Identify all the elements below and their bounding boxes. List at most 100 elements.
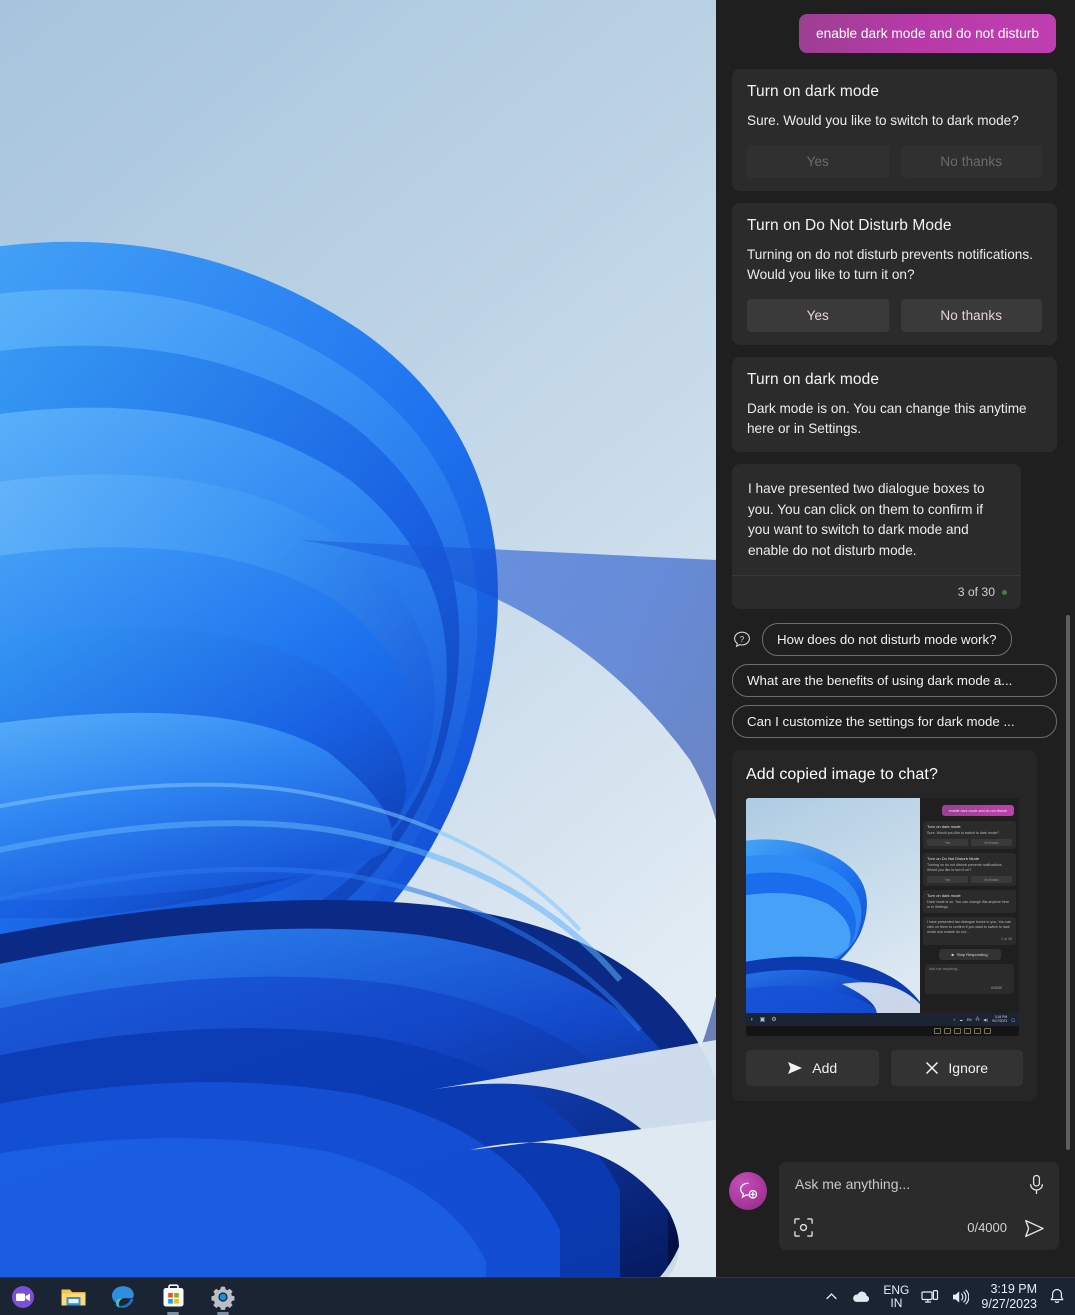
thumbnail-yes-button: Yes: [927, 876, 968, 883]
thumbnail-no-button: No thanks: [971, 839, 1012, 846]
teams-chat-icon: [12, 1285, 34, 1308]
settings-icon: [211, 1286, 235, 1310]
screen: enable dark mode and do not disturb Turn…: [0, 0, 1075, 1315]
message-input-placeholder[interactable]: Ask me anything...: [795, 1176, 1045, 1192]
thumbnail-card-1: Turn on dark mode Sure. Would you like t…: [923, 821, 1016, 849]
thumbnail-chevron-icon: ˄: [953, 1017, 956, 1022]
ignore-image-button[interactable]: Ignore: [890, 1050, 1023, 1086]
card-no-thanks-button[interactable]: No thanks: [900, 145, 1042, 178]
suggestion-chips: ? How does do not disturb mode work? Wha…: [732, 623, 1057, 738]
svg-text:?: ?: [740, 635, 745, 644]
assistant-message-card: I have presented two dialogue boxes to y…: [732, 464, 1021, 609]
bloom-wallpaper-art: [0, 0, 716, 1277]
thumbnail-card-body: Sure. Would you like to switch to dark m…: [927, 831, 999, 835]
close-icon: [926, 1061, 939, 1075]
taskbar-apps: [0, 1280, 240, 1315]
copilot-chat-panel: enable dark mode and do not disturb Turn…: [716, 0, 1075, 1277]
taskbar-running-indicator: [217, 1311, 229, 1315]
message-input-area[interactable]: Ask me anything... 0/4000: [779, 1162, 1059, 1250]
thumbnail-wallpaper: [746, 798, 920, 1026]
card-yes-button[interactable]: Yes: [747, 145, 889, 178]
add-image-button[interactable]: Add: [746, 1050, 879, 1086]
suggestion-chip-3[interactable]: Can I customize the settings for dark mo…: [732, 705, 1057, 738]
thumbnail-card-3: Turn on dark mode Dark mode is on. You c…: [923, 890, 1016, 913]
thumbnail-card-actions: Yes No thanks: [927, 876, 1012, 883]
attachment-title: Add copied image to chat?: [746, 766, 938, 783]
taskbar-item-edge[interactable]: [106, 1280, 140, 1314]
microsoft-edge-icon: [112, 1285, 134, 1308]
question-bubble-icon: ?: [734, 631, 750, 647]
thumbnail-explorer-icon: ▣: [759, 1017, 766, 1023]
card-title: Turn on dark mode: [747, 83, 880, 100]
snip-tool-icon-4: [964, 1028, 971, 1034]
user-message-row: enable dark mode and do not disturb: [732, 14, 1057, 53]
add-copied-image-card: Add copied image to chat? enable dark mo…: [732, 750, 1037, 1101]
snip-tool-icon-3: [954, 1028, 961, 1034]
language-primary: ENG: [883, 1282, 910, 1297]
send-message-button[interactable]: [1024, 1219, 1045, 1238]
thumbnail-clock: 3:18 PM 9/27/2023: [992, 1015, 1007, 1023]
chat-composer: Ask me anything... 0/4000: [716, 1150, 1075, 1277]
chevron-up-icon[interactable]: [824, 1289, 839, 1304]
thumbnail-cloud-icon: ☁: [959, 1017, 963, 1022]
message-thread: enable dark mode and do not disturb Turn…: [716, 0, 1075, 1101]
thumbnail-tray: ˄ ☁ EN 🖧 ◀)) 3:18 PM 9/27/2023 ◯: [953, 1015, 1015, 1023]
microphone-icon[interactable]: [1028, 1174, 1045, 1196]
thumbnail-user-message: enable dark mode and do not disturb: [942, 805, 1014, 816]
assistant-message-text: I have presented two dialogue boxes to y…: [748, 481, 985, 558]
screenshot-icon[interactable]: [793, 1217, 814, 1238]
thumbnail-teams-icon: ◗: [750, 1016, 754, 1023]
attachment-actions: Add Ignore: [746, 1050, 1023, 1086]
thumbnail-card-title: Turn on dark mode: [927, 824, 961, 829]
copied-image-thumbnail[interactable]: enable dark mode and do not disturb Turn…: [746, 798, 1019, 1036]
snip-tool-icon-1: [934, 1028, 941, 1034]
taskbar-item-chat[interactable]: [6, 1280, 40, 1314]
clock-date: 9/27/2023: [981, 1296, 1037, 1311]
taskbar-item-file-explorer[interactable]: [56, 1280, 90, 1314]
file-explorer-icon: [61, 1289, 85, 1305]
volume-icon[interactable]: [951, 1289, 970, 1305]
thumbnail-network-icon: 🖧: [975, 1016, 980, 1021]
network-icon[interactable]: [921, 1289, 939, 1305]
dialog-card-turn-on-dark-mode[interactable]: Turn on dark mode Sure. Would you like t…: [732, 69, 1057, 191]
status-dot-icon: [1002, 589, 1007, 595]
card-no-thanks-button[interactable]: No thanks: [900, 299, 1042, 332]
taskbar-item-settings[interactable]: [206, 1280, 240, 1315]
thumbnail-assistant-text: I have presented two dialogue boxes to y…: [927, 920, 1012, 934]
thumbnail-assistant-message: I have presented two dialogue boxes to y…: [923, 917, 1016, 945]
thumbnail-chat-panel: enable dark mode and do not disturb Turn…: [920, 798, 1019, 1026]
user-message-bubble: enable dark mode and do not disturb: [799, 14, 1056, 53]
microsoft-store-icon: [163, 1284, 183, 1307]
dialog-card-dark-mode-confirmation: Turn on dark mode Dark mode is on. You c…: [732, 357, 1057, 452]
thumbnail-composer: Ask me anything... 0/4000: [925, 964, 1014, 994]
card-yes-button[interactable]: Yes: [747, 299, 889, 332]
thumbnail-card-2: Turn on Do Not Disturb Mode Turning on d…: [923, 853, 1016, 886]
new-chat-button[interactable]: [729, 1172, 767, 1210]
add-image-label: Add: [812, 1060, 838, 1076]
suggestion-chip-2[interactable]: What are the benefits of using dark mode…: [732, 664, 1057, 697]
clock[interactable]: 3:19 PM 9/27/2023: [981, 1282, 1037, 1312]
message-counter: 3 of 30: [957, 585, 995, 599]
thumbnail-stop-icon: ■: [951, 952, 954, 957]
chat-scrollbar[interactable]: [1066, 615, 1070, 1150]
thumbnail-taskbar: ◗ ▣ ⚙ ˄ ☁ EN 🖧 ◀)) 3:18 PM 9/27/2023 ◯: [746, 1013, 1019, 1026]
suggestion-row-first: ? How does do not disturb mode work?: [732, 623, 1057, 656]
snip-tool-icon-5: [974, 1028, 981, 1034]
taskbar-running-indicator: [167, 1311, 179, 1315]
thumbnail-input-placeholder: Ask me anything...: [929, 967, 961, 971]
taskbar-item-store[interactable]: [156, 1280, 190, 1315]
clock-time: 3:19 PM: [990, 1281, 1037, 1296]
chat-scroll-region[interactable]: enable dark mode and do not disturb Turn…: [716, 0, 1075, 1150]
dialog-card-do-not-disturb[interactable]: Turn on Do Not Disturb Mode Turning on d…: [732, 203, 1057, 345]
ignore-image-label: Ignore: [948, 1060, 989, 1076]
input-language-indicator[interactable]: ENG IN: [883, 1282, 910, 1310]
bell-icon[interactable]: [1049, 1288, 1065, 1305]
character-counter: 0/4000: [967, 1220, 1007, 1235]
cloud-icon[interactable]: [851, 1290, 871, 1304]
thumbnail-card-body: Dark mode is on. You can change this any…: [927, 900, 1010, 909]
thumbnail-snip-toolbar: [746, 1026, 1019, 1036]
thumbnail-lang-icon: EN: [966, 1017, 972, 1022]
thumbnail-message-counter: 2 of 30: [1001, 937, 1012, 941]
thumbnail-bell-icon: ◯: [1011, 1017, 1015, 1022]
suggestion-chip-1[interactable]: How does do not disturb mode work?: [762, 623, 1012, 656]
